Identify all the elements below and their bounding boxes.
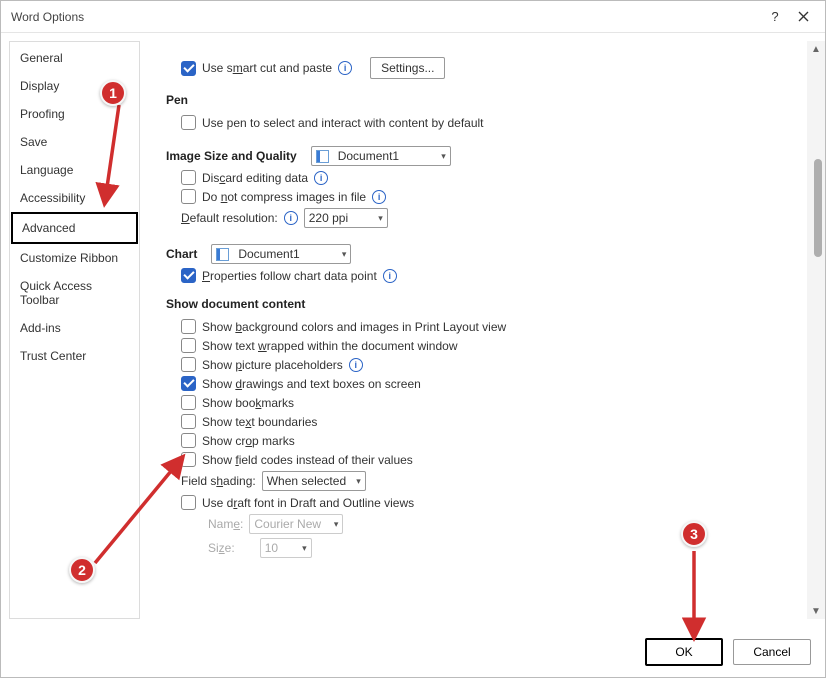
default-resolution-label: Default resolution: <box>181 211 278 225</box>
sidebar-item-trust-center[interactable]: Trust Center <box>11 342 138 370</box>
chart-properties-label: Properties follow chart data point <box>202 269 377 283</box>
show-bg-checkbox[interactable] <box>181 319 196 334</box>
no-compress-label: Do not compress images in file <box>202 190 366 204</box>
chevron-down-icon: ▾ <box>378 213 383 224</box>
settings-button[interactable]: Settings... <box>370 57 445 79</box>
document-icon <box>316 150 329 163</box>
close-icon <box>798 11 809 22</box>
section-show-content: Show document content <box>166 297 811 311</box>
document-icon <box>216 248 229 261</box>
chevron-down-icon: ▾ <box>302 543 307 554</box>
show-crop-label: Show crop marks <box>202 434 295 448</box>
sidebar-item-general[interactable]: General <box>11 44 138 72</box>
chevron-down-icon: ▾ <box>342 249 347 260</box>
info-icon[interactable]: i <box>338 61 352 75</box>
field-shading-label: Field shading: <box>181 474 256 488</box>
sidebar-item-quick-access-toolbar[interactable]: Quick Access Toolbar <box>11 272 138 314</box>
show-boundaries-checkbox[interactable] <box>181 414 196 429</box>
sidebar-item-language[interactable]: Language <box>11 156 138 184</box>
show-boundaries-label: Show text boundaries <box>202 415 317 429</box>
sidebar-item-customize-ribbon[interactable]: Customize Ribbon <box>11 244 138 272</box>
discard-editing-label: Discard editing data <box>202 171 308 185</box>
default-resolution-dropdown[interactable]: 220 ppi ▾ <box>304 208 388 228</box>
show-drawings-label: Show drawings and text boxes on screen <box>202 377 421 391</box>
show-bookmarks-label: Show bookmarks <box>202 396 294 410</box>
info-icon[interactable]: i <box>314 171 328 185</box>
cancel-button[interactable]: Cancel <box>733 639 811 665</box>
scroll-down-icon[interactable]: ▼ <box>807 603 825 619</box>
discard-editing-checkbox[interactable] <box>181 170 196 185</box>
show-bg-label: Show background colors and images in Pri… <box>202 320 506 334</box>
show-placeholders-label: Show picture placeholders <box>202 358 343 372</box>
footer: OK Cancel <box>1 627 825 677</box>
show-bookmarks-checkbox[interactable] <box>181 395 196 410</box>
info-icon[interactable]: i <box>349 358 363 372</box>
word-options-dialog: Word Options ? General Display Proofing … <box>0 0 826 678</box>
show-fieldcodes-checkbox[interactable] <box>181 452 196 467</box>
show-wrap-checkbox[interactable] <box>181 338 196 353</box>
ok-button[interactable]: OK <box>645 638 723 666</box>
sidebar: General Display Proofing Save Language A… <box>1 33 146 627</box>
smart-cut-paste-checkbox[interactable] <box>181 61 196 76</box>
draft-size-label: Size: <box>208 541 235 555</box>
no-compress-checkbox[interactable] <box>181 189 196 204</box>
image-doc-dropdown[interactable]: Document1 ▾ <box>311 146 451 166</box>
info-icon[interactable]: i <box>372 190 386 204</box>
sidebar-item-proofing[interactable]: Proofing <box>11 100 138 128</box>
use-pen-label: Use pen to select and interact with cont… <box>202 116 484 130</box>
chevron-down-icon: ▾ <box>356 476 361 487</box>
scroll-up-icon[interactable]: ▲ <box>807 41 825 57</box>
chevron-down-icon: ▾ <box>334 519 339 530</box>
info-icon[interactable]: i <box>383 269 397 283</box>
scroll-thumb[interactable] <box>814 159 822 257</box>
show-placeholders-checkbox[interactable] <box>181 357 196 372</box>
window-title: Word Options <box>11 10 761 24</box>
chart-doc-dropdown[interactable]: Document1 ▾ <box>211 244 351 264</box>
scrollbar[interactable]: ▲ ▼ <box>807 41 825 619</box>
sidebar-item-save[interactable]: Save <box>11 128 138 156</box>
show-fieldcodes-label: Show field codes instead of their values <box>202 453 413 467</box>
info-icon[interactable]: i <box>284 211 298 225</box>
show-wrap-label: Show text wrapped within the document wi… <box>202 339 457 353</box>
chevron-down-icon: ▾ <box>441 151 446 162</box>
titlebar: Word Options ? <box>1 1 825 33</box>
draft-font-label: Use draft font in Draft and Outline view… <box>202 496 414 510</box>
main-panel: Use smart cut and paste i Settings... Pe… <box>146 33 825 627</box>
field-shading-dropdown[interactable]: When selected ▾ <box>262 471 366 491</box>
help-button[interactable]: ? <box>761 3 789 31</box>
draft-size-dropdown: 10 ▾ <box>260 538 312 558</box>
draft-name-label: Name: <box>208 517 243 531</box>
sidebar-item-display[interactable]: Display <box>11 72 138 100</box>
section-image-quality: Image Size and Quality <box>166 149 297 163</box>
sidebar-item-accessibility[interactable]: Accessibility <box>11 184 138 212</box>
use-pen-checkbox[interactable] <box>181 115 196 130</box>
sidebar-item-add-ins[interactable]: Add-ins <box>11 314 138 342</box>
chart-properties-checkbox[interactable] <box>181 268 196 283</box>
close-button[interactable] <box>789 3 817 31</box>
show-drawings-checkbox[interactable] <box>181 376 196 391</box>
section-pen: Pen <box>166 93 811 107</box>
smart-cut-paste-label: Use smart cut and paste <box>202 61 332 75</box>
draft-name-dropdown: Courier New ▾ <box>249 514 343 534</box>
show-crop-checkbox[interactable] <box>181 433 196 448</box>
sidebar-item-advanced[interactable]: Advanced <box>11 212 138 244</box>
section-chart: Chart <box>166 247 197 261</box>
draft-font-checkbox[interactable] <box>181 495 196 510</box>
